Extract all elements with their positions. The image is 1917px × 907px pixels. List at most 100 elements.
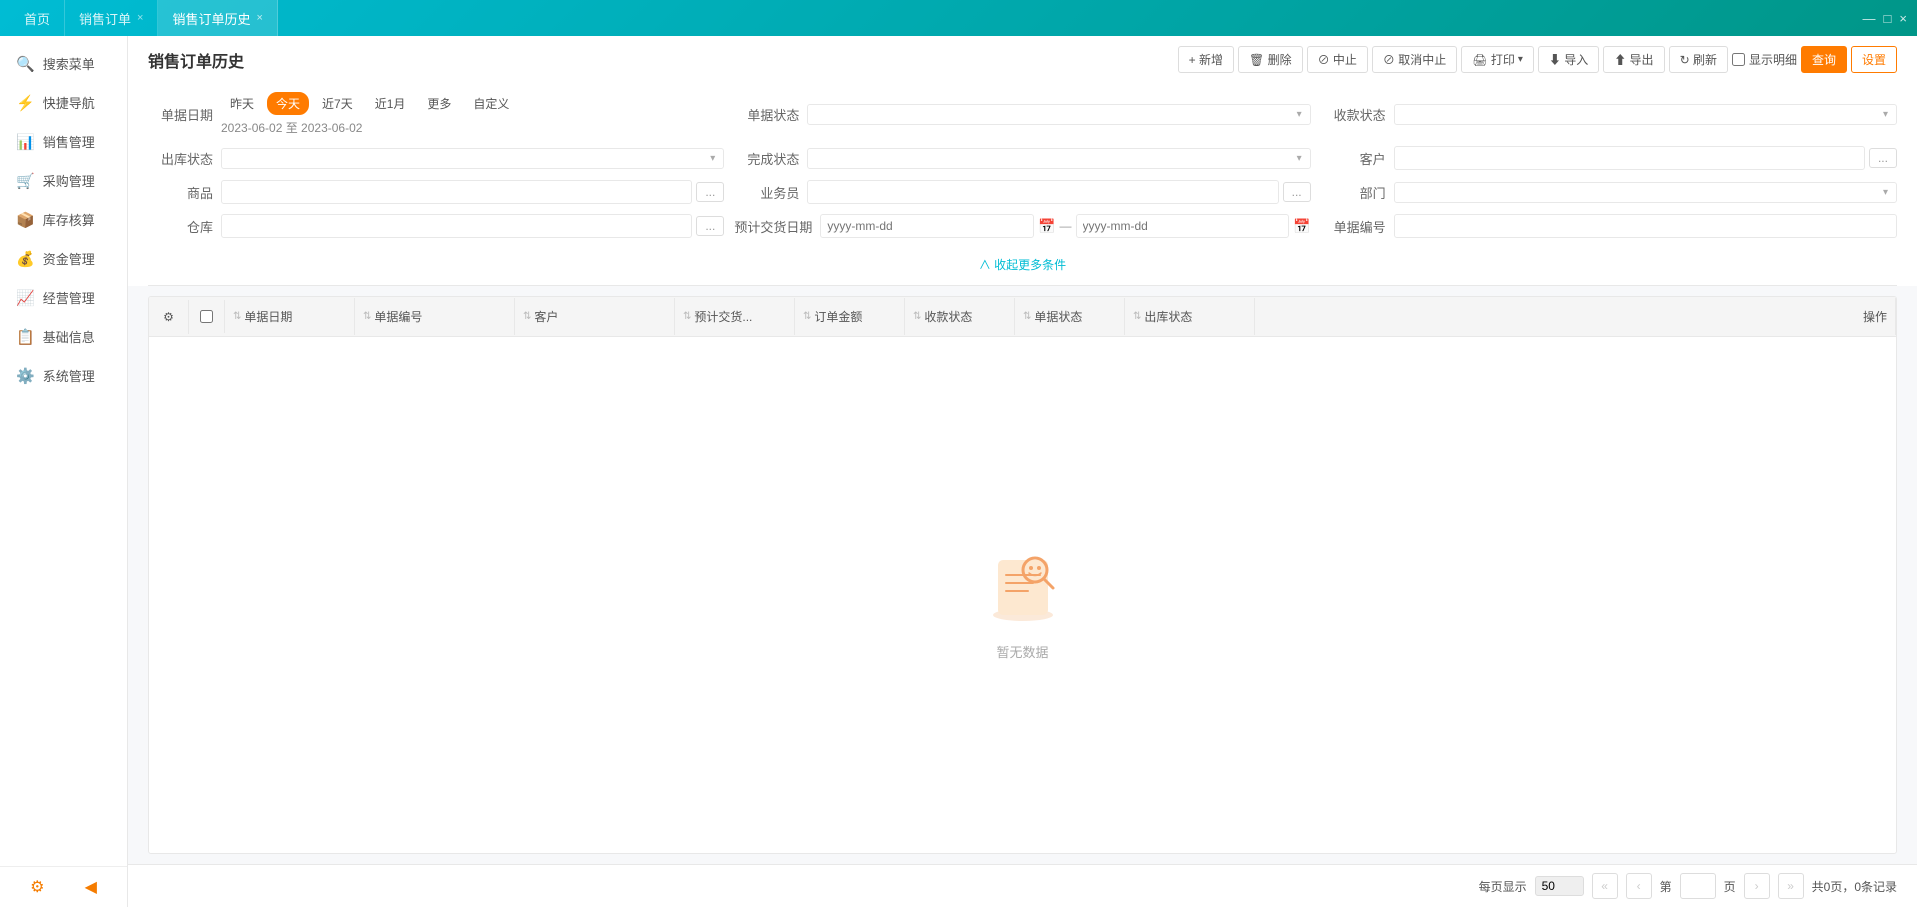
sidebar-item-purchase[interactable]: 🛒 采购管理: [0, 161, 127, 200]
sidebar-item-finance[interactable]: 💰 资金管理: [0, 239, 127, 278]
filter-salesperson-field: 业务员 ...: [734, 180, 1310, 204]
sort-icon-3[interactable]: ⇅: [523, 311, 531, 322]
maximize-button[interactable]: □: [1884, 11, 1892, 26]
customer-input[interactable]: [1394, 146, 1865, 170]
prev-page-button[interactable]: ‹: [1626, 873, 1652, 899]
page-number-input[interactable]: 1: [1680, 873, 1716, 899]
table-header: ⚙ ⇅ 单据日期 ⇅ 单据编号 ⇅ 客户: [149, 297, 1896, 337]
customer-ellipsis-button[interactable]: ...: [1869, 148, 1897, 168]
sidebar-item-inventory[interactable]: 📦 库存核算: [0, 200, 127, 239]
warehouse-ellipsis-button[interactable]: ...: [696, 216, 724, 236]
goods-input[interactable]: [221, 180, 692, 204]
refresh-button[interactable]: ↻ 刷新: [1669, 46, 1728, 73]
th-checkbox[interactable]: [189, 300, 225, 333]
display-detail-toggle[interactable]: 显示明细: [1732, 51, 1797, 68]
close-sales-order-history-tab-icon[interactable]: ×: [256, 12, 262, 24]
next-page-button[interactable]: ›: [1744, 873, 1770, 899]
select-all-checkbox[interactable]: [200, 310, 213, 323]
sidebar-collapse-icon[interactable]: ◀: [85, 877, 97, 897]
print-button[interactable]: 🖨 打印 ▾: [1461, 46, 1534, 73]
doc-status-arrow-icon: ▾: [1297, 109, 1302, 120]
query-button[interactable]: 查询: [1801, 46, 1847, 73]
delivery-status-select[interactable]: ▾: [221, 148, 724, 169]
settings-gear-icon[interactable]: ⚙: [163, 310, 174, 324]
shortcut-more[interactable]: 更多: [418, 92, 460, 115]
payment-status-label: 收款状态: [1321, 105, 1386, 124]
sidebar-item-purchase-label: 采购管理: [43, 171, 95, 190]
delivery-date-start-input[interactable]: [820, 214, 1034, 238]
cancel-stop-button[interactable]: ⊘ 取消中止: [1372, 46, 1457, 73]
shortcut-1month[interactable]: 近1月: [366, 92, 415, 115]
tab-sales-order[interactable]: 销售订单 ×: [65, 0, 158, 36]
goods-ellipsis-button[interactable]: ...: [696, 182, 724, 202]
shortcut-7days[interactable]: 近7天: [313, 92, 362, 115]
delivery-date-start-calendar-icon[interactable]: 📅: [1038, 218, 1055, 235]
export-button[interactable]: ⬆ 导出: [1603, 46, 1664, 73]
table-body: 暂无数据: [149, 337, 1896, 853]
doc-no-label: 单据编号: [1321, 217, 1386, 236]
empty-state-icon: [973, 530, 1073, 630]
filter-date-field: 单据日期 昨天 今天 近7天 近1月 更多 自定义 2: [148, 92, 724, 136]
sort-icon-2[interactable]: ⇅: [363, 311, 371, 322]
toolbar: + 新增 🗑 删除 ⊘ 中止 ⊘ 取消中止 🖨 打印 ▾ ⬇ 导入 ⬆ 导出 ↻…: [1178, 46, 1897, 73]
tab-home[interactable]: 首页: [10, 0, 65, 36]
sidebar-item-operations[interactable]: 📈 经营管理: [0, 278, 127, 317]
sidebar-item-sales[interactable]: 📊 销售管理: [0, 122, 127, 161]
sort-icon-7[interactable]: ⇅: [1023, 311, 1031, 322]
delivery-date-label: 预计交货日期: [734, 217, 812, 236]
sort-icon-5[interactable]: ⇅: [803, 311, 811, 322]
inventory-icon: 📦: [16, 211, 35, 229]
doc-status-select[interactable]: ▾: [807, 104, 1310, 125]
department-select[interactable]: ▾: [1394, 182, 1897, 203]
shortcut-yesterday[interactable]: 昨天: [221, 92, 263, 115]
close-sales-order-tab-icon[interactable]: ×: [137, 12, 143, 24]
page-size-select[interactable]: 10 20 50 100: [1535, 876, 1584, 896]
delete-button[interactable]: 🗑 删除: [1238, 46, 1303, 73]
department-label: 部门: [1321, 183, 1386, 202]
completion-status-select[interactable]: ▾: [807, 148, 1310, 169]
delivery-date-end-calendar-icon[interactable]: 📅: [1293, 218, 1310, 235]
filter-payment-status-field: 收款状态 ▾: [1321, 104, 1897, 125]
filter-completion-status-field: 完成状态 ▾: [734, 148, 1310, 169]
new-button[interactable]: + 新增: [1178, 46, 1234, 73]
filter-delivery-date-field: 预计交货日期 📅 — 📅: [734, 214, 1310, 238]
th-amount: ⇅ 订单金额: [795, 298, 905, 335]
sidebar-item-system[interactable]: ⚙️ 系统管理: [0, 356, 127, 395]
warehouse-input[interactable]: [221, 214, 692, 238]
sidebar-item-sales-label: 销售管理: [43, 132, 95, 151]
sort-icon-8[interactable]: ⇅: [1133, 311, 1141, 322]
system-icon: ⚙️: [16, 367, 35, 385]
doc-no-input[interactable]: [1394, 214, 1897, 238]
payment-status-select[interactable]: ▾: [1394, 104, 1897, 125]
salesperson-input[interactable]: [807, 180, 1278, 204]
salesperson-ellipsis-button[interactable]: ...: [1283, 182, 1311, 202]
sidebar-settings-icon[interactable]: ⚙: [30, 877, 44, 897]
date-filter-label: 单据日期: [148, 105, 213, 124]
sidebar-item-search[interactable]: 🔍 搜索菜单: [0, 44, 127, 83]
tab-sales-order-history[interactable]: 销售订单历史 ×: [158, 0, 277, 36]
sort-icon-1[interactable]: ⇅: [233, 311, 241, 322]
top-bar: 首页 销售订单 × 销售订单历史 × — □ ×: [0, 0, 1917, 36]
settings-button[interactable]: 设置: [1851, 46, 1897, 73]
th-settings[interactable]: ⚙: [149, 300, 189, 334]
collapse-filter-button[interactable]: ∧ 收起更多条件: [148, 252, 1897, 277]
sidebar-item-quick-nav[interactable]: ⚡ 快捷导航: [0, 83, 127, 122]
first-page-button[interactable]: «: [1592, 873, 1618, 899]
sidebar-item-basic-info[interactable]: 📋 基础信息: [0, 317, 127, 356]
stop-button[interactable]: ⊘ 中止: [1307, 46, 1368, 73]
sort-icon-6[interactable]: ⇅: [913, 311, 921, 322]
last-page-button[interactable]: »: [1778, 873, 1804, 899]
shortcut-today[interactable]: 今天: [267, 92, 309, 115]
close-window-button[interactable]: ×: [1899, 11, 1907, 26]
minimize-button[interactable]: —: [1863, 11, 1876, 26]
sales-icon: 📊: [16, 133, 35, 151]
shortcut-custom[interactable]: 自定义: [464, 92, 518, 115]
delivery-date-end-input[interactable]: [1076, 214, 1290, 238]
import-button[interactable]: ⬇ 导入: [1538, 46, 1599, 73]
sort-icon-4[interactable]: ⇅: [683, 311, 691, 322]
basic-info-icon: 📋: [16, 328, 35, 346]
sidebar-item-inventory-label: 库存核算: [43, 210, 95, 229]
display-detail-checkbox[interactable]: [1732, 53, 1745, 66]
filter-row-3: 商品 ... 业务员 ...: [148, 180, 1897, 204]
date-separator: —: [1060, 219, 1072, 233]
